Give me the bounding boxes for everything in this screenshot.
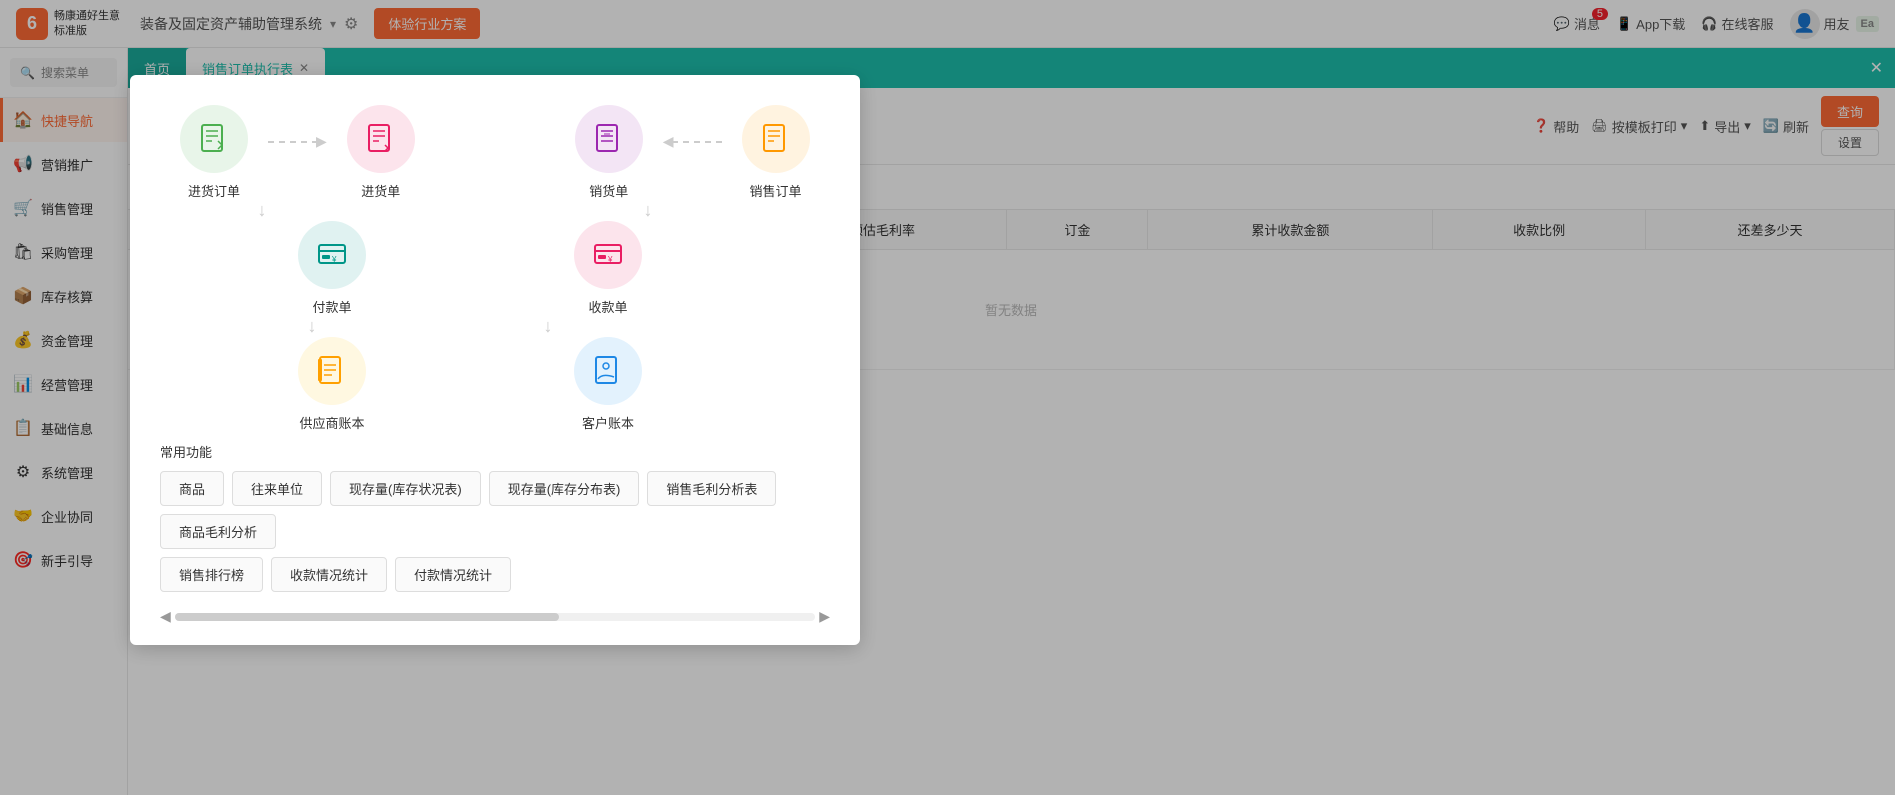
flow-node-payment-bill[interactable]: ¥ 付款单: [298, 221, 366, 316]
payment-bill-label: 付款单: [312, 297, 351, 316]
flow-node-supplier-ledger[interactable]: 供应商账本: [298, 337, 366, 432]
purchase-bill-icon: [347, 105, 415, 173]
scroll-right-btn[interactable]: ▶: [819, 608, 830, 625]
sales-bill-icon: [575, 105, 643, 173]
supplier-ledger-label: 供应商账本: [299, 413, 364, 432]
common-functions-title: 常用功能: [160, 442, 830, 461]
flow-top-row: 进货订单 ▶ 进货单: [160, 105, 830, 200]
purchase-bill-label: 进货单: [361, 181, 400, 200]
modal-overlay[interactable]: 进货订单 ▶ 进货单: [0, 0, 1895, 795]
flow-third-row: ¥ 付款单 ¥ 收款单: [160, 221, 830, 316]
flow-node-purchase-bill[interactable]: 进货单: [347, 105, 415, 200]
flow-node-customer-ledger[interactable]: 客户账本: [574, 337, 642, 432]
func-btn-payment-stat[interactable]: 付款情况统计: [395, 557, 511, 592]
receipt-bill-label: 收款单: [588, 297, 627, 316]
flow-node-receipt-bill[interactable]: ¥ 收款单: [574, 221, 642, 316]
func-btn-sales-rank[interactable]: 销售排行榜: [160, 557, 263, 592]
scroll-area: ◀ ▶: [160, 608, 830, 625]
flow-modal: 进货订单 ▶ 进货单: [130, 75, 860, 645]
purchase-order-icon: [180, 105, 248, 173]
customer-ledger-label: 客户账本: [582, 413, 634, 432]
func-btn-stock-status[interactable]: 现存量(库存状况表): [330, 471, 481, 506]
func-btn-partner[interactable]: 往来单位: [232, 471, 322, 506]
func-btn-sales-gross[interactable]: 销售毛利分析表: [647, 471, 776, 506]
flow-node-sales-order[interactable]: 销售订单: [742, 105, 810, 200]
func-btn-goods-gross[interactable]: 商品毛利分析: [160, 514, 276, 549]
purchase-order-label: 进货订单: [188, 181, 240, 200]
scroll-track[interactable]: [175, 613, 815, 621]
common-functions: 常用功能 商品 往来单位 现存量(库存状况表) 现存量(库存分布表) 销售毛利分…: [160, 442, 830, 592]
sales-order-icon: [742, 105, 810, 173]
receipt-bill-icon: ¥: [574, 221, 642, 289]
svg-text:¥: ¥: [607, 255, 613, 264]
flow-diagram: 进货订单 ▶ 进货单: [160, 105, 830, 432]
flow-second-arrows: ↓ ↓: [160, 200, 830, 221]
func-btn-goods[interactable]: 商品: [160, 471, 224, 506]
func-btn-receipt-stat[interactable]: 收款情况统计: [271, 557, 387, 592]
sales-bill-label: 销货单: [589, 181, 628, 200]
supplier-ledger-icon: [298, 337, 366, 405]
flow-node-purchase-order[interactable]: 进货订单: [180, 105, 248, 200]
flow-node-sales-bill[interactable]: 销货单: [575, 105, 643, 200]
flow-fifth-row: 供应商账本 客户账本: [160, 337, 830, 432]
svg-text:¥: ¥: [331, 255, 337, 264]
customer-ledger-icon: [574, 337, 642, 405]
sales-order-label: 销售订单: [750, 181, 802, 200]
scroll-left-btn[interactable]: ◀: [160, 608, 171, 625]
func-buttons-row2: 销售排行榜 收款情况统计 付款情况统计: [160, 557, 830, 592]
scroll-thumb: [175, 613, 559, 621]
payment-bill-icon: ¥: [298, 221, 366, 289]
func-buttons-row1: 商品 往来单位 现存量(库存状况表) 现存量(库存分布表) 销售毛利分析表 商品…: [160, 471, 830, 549]
func-btn-stock-dist[interactable]: 现存量(库存分布表): [489, 471, 640, 506]
flow-fourth-arrows: ↓ ↓: [160, 316, 830, 337]
arrow-sales-order-to-bill: ◀: [663, 133, 722, 150]
arrow-purchase-order-to-bill: ▶: [268, 133, 327, 150]
